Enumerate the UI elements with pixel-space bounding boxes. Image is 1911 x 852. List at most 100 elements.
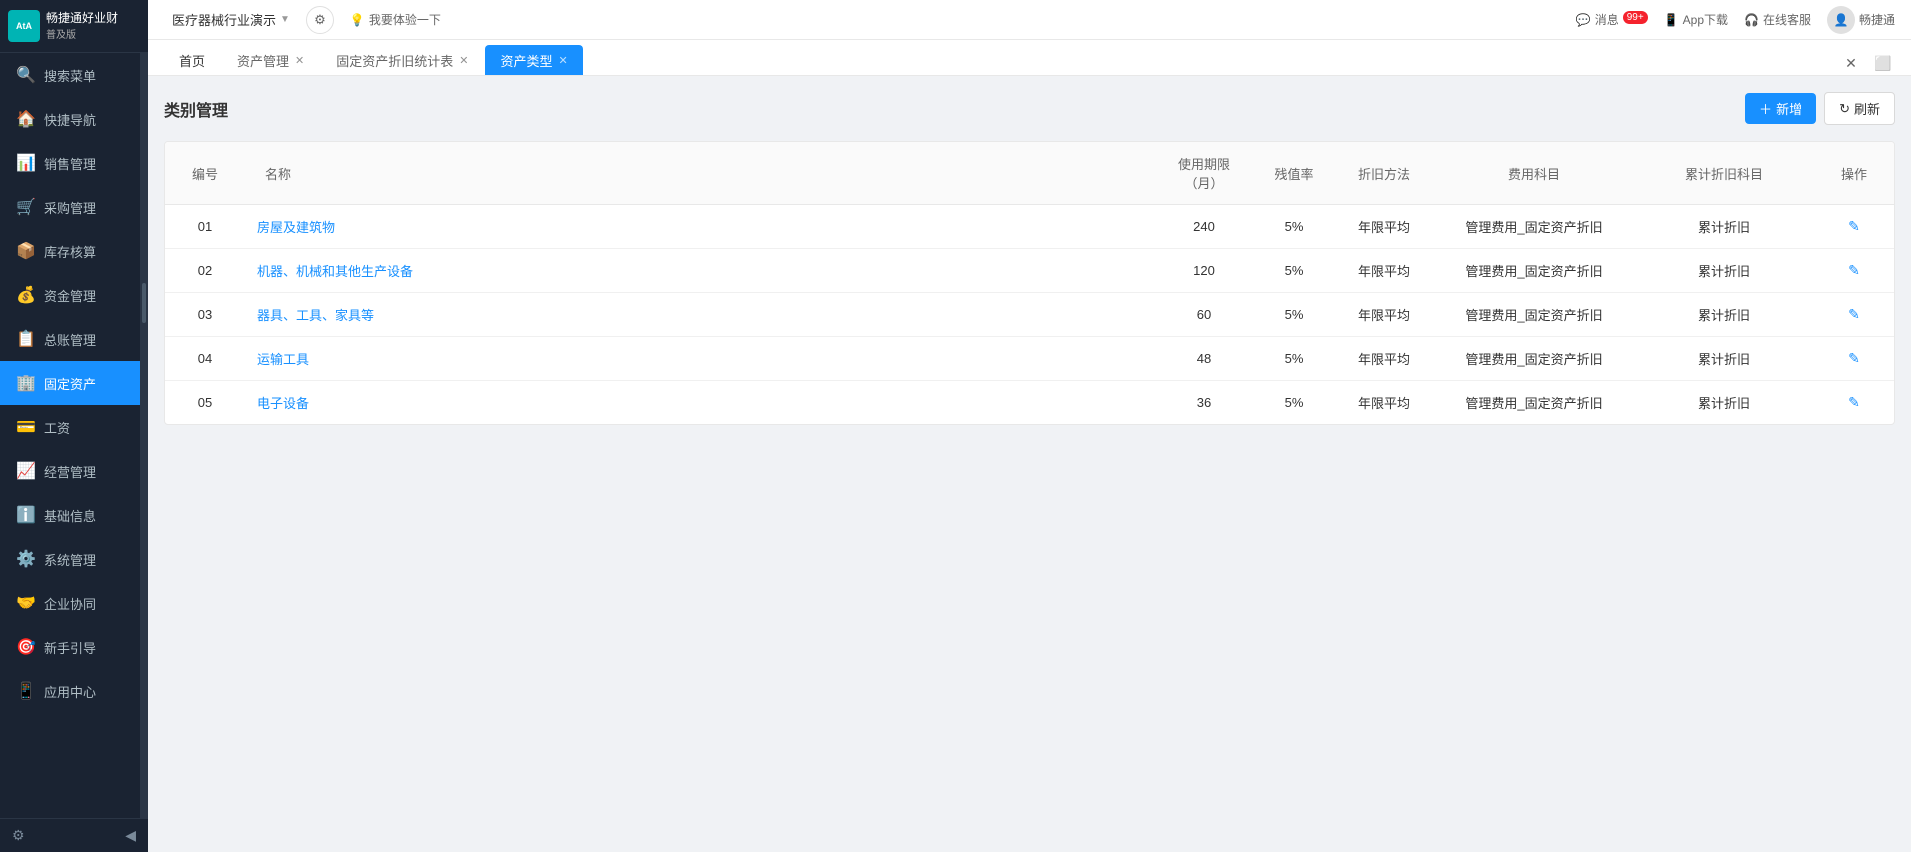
guide-icon: 🎯 [16, 637, 34, 657]
tab-close-asset-type[interactable]: ✕ [559, 54, 568, 67]
table-row: 03 器具、工具、家具等 60 5% 年限平均 管理费用_固定资产折旧 累计折旧… [165, 293, 1894, 337]
cell-code-3: 04 [165, 337, 245, 381]
sidebar-item-purchase[interactable]: 🛒 采购管理 [0, 185, 140, 229]
sidebar-item-quick-nav[interactable]: 🏠 快捷导航 [0, 97, 140, 141]
cell-period-4: 36 [1154, 381, 1254, 425]
company-selector[interactable]: 医疗器械行业演示 ▼ [164, 6, 298, 33]
sidebar-label-quick-nav: 快捷导航 [44, 110, 96, 129]
sidebar-scrollbar[interactable] [140, 53, 148, 818]
edit-icon-0[interactable]: ✎ [1848, 218, 1860, 234]
avatar-icon: 👤 [1834, 13, 1849, 27]
app-download-btn[interactable]: 📱 App下载 [1664, 11, 1728, 28]
cell-name-1[interactable]: 机器、机械和其他生产设备 [245, 249, 1154, 293]
fixed-assets-icon: 🏢 [16, 373, 34, 393]
col-accum: 累计折旧科目 [1634, 142, 1814, 205]
sidebar-label-guide: 新手引导 [44, 638, 96, 657]
cell-period-2: 60 [1154, 293, 1254, 337]
message-icon: 💬 [1576, 13, 1591, 27]
tab-close-asset-mgmt[interactable]: ✕ [295, 54, 304, 67]
sidebar-label-system: 系统管理 [44, 550, 96, 569]
sales-icon: 📊 [16, 153, 34, 173]
topbar: 医疗器械行业演示 ▼ ⚙ 💡 我要体验一下 💬 消息 99+ 📱 App下载 [148, 0, 1911, 40]
message-btn[interactable]: 💬 消息 99+ [1576, 11, 1648, 28]
cell-code-2: 03 [165, 293, 245, 337]
sidebar-item-ledger[interactable]: 📋 总账管理 [0, 317, 140, 361]
sidebar-item-capital[interactable]: 💰 资金管理 [0, 273, 140, 317]
cell-period-3: 48 [1154, 337, 1254, 381]
purchase-icon: 🛒 [16, 197, 34, 217]
cell-accum-1: 累计折旧 [1634, 249, 1814, 293]
sidebar-item-guide[interactable]: 🎯 新手引导 [0, 625, 140, 669]
page-header: 类别管理 ＋ 新增 ↻ 刷新 [164, 92, 1895, 125]
cell-action-3: ✎ [1814, 337, 1894, 381]
edit-icon-2[interactable]: ✎ [1848, 306, 1860, 322]
collapse-icon[interactable]: ◀ [125, 827, 136, 844]
cell-name-4[interactable]: 电子设备 [245, 381, 1154, 425]
tab-depreciation-table[interactable]: 固定资产折旧统计表 ✕ [321, 45, 483, 75]
basic-info-icon: ℹ️ [16, 505, 34, 525]
new-button[interactable]: ＋ 新增 [1745, 93, 1816, 124]
sidebar-item-system[interactable]: ⚙️ 系统管理 [0, 537, 140, 581]
app-download-label: App下载 [1683, 11, 1728, 28]
data-table: 编号 名称 使用期限（月） 残值率 折旧方法 费用科目 累计折旧科目 操作 01… [164, 141, 1895, 425]
try-button[interactable]: 💡 我要体验一下 [342, 7, 449, 32]
online-service-btn[interactable]: 🎧 在线客服 [1744, 11, 1811, 28]
sidebar-item-fixed-assets[interactable]: 🏢 固定资产 [0, 361, 140, 405]
edit-icon-3[interactable]: ✎ [1848, 350, 1860, 366]
settings-icon[interactable]: ⚙ [12, 827, 25, 844]
username: 畅捷通 [1859, 11, 1895, 28]
cell-expense-1: 管理费用_固定资产折旧 [1434, 249, 1634, 293]
refresh-button[interactable]: ↻ 刷新 [1824, 92, 1895, 125]
cell-action-2: ✎ [1814, 293, 1894, 337]
table-row: 04 运输工具 48 5% 年限平均 管理费用_固定资产折旧 累计折旧 ✎ [165, 337, 1894, 381]
table-body: 01 房屋及建筑物 240 5% 年限平均 管理费用_固定资产折旧 累计折旧 ✎… [165, 205, 1894, 425]
sidebar-label-capital: 资金管理 [44, 286, 96, 305]
sidebar-scrollbar-thumb[interactable] [142, 283, 146, 323]
expand-btn[interactable]: ⬜ [1871, 51, 1895, 75]
tab-close-depreciation-table[interactable]: ✕ [459, 54, 468, 67]
topbar-right: 💬 消息 99+ 📱 App下载 🎧 在线客服 👤 畅捷通 [1576, 6, 1895, 34]
sidebar-item-basic-info[interactable]: ℹ️ 基础信息 [0, 493, 140, 537]
sidebar-item-inventory[interactable]: 📦 库存核算 [0, 229, 140, 273]
capital-icon: 💰 [16, 285, 34, 305]
logo-icon: AtA [8, 10, 40, 42]
tab-home[interactable]: 首页 [164, 45, 220, 75]
sidebar-item-search[interactable]: 🔍 搜索菜单 [0, 53, 140, 97]
cell-name-2[interactable]: 器具、工具、家具等 [245, 293, 1154, 337]
sidebar-item-salary[interactable]: 💳 工资 [0, 405, 140, 449]
message-badge: 99+ [1623, 11, 1648, 24]
cell-residual-0: 5% [1254, 205, 1334, 249]
tab-asset-mgmt[interactable]: 资产管理✕ [222, 45, 319, 75]
logo-badge: 普及版 [46, 26, 118, 41]
cell-action-0: ✎ [1814, 205, 1894, 249]
edit-icon-1[interactable]: ✎ [1848, 262, 1860, 278]
edit-icon-4[interactable]: ✎ [1848, 394, 1860, 410]
user-profile[interactable]: 👤 畅捷通 [1827, 6, 1895, 34]
cell-expense-3: 管理费用_固定资产折旧 [1434, 337, 1634, 381]
new-label: 新增 [1776, 99, 1802, 118]
cell-name-0[interactable]: 房屋及建筑物 [245, 205, 1154, 249]
page-title: 类别管理 [164, 97, 228, 121]
cell-accum-4: 累计折旧 [1634, 381, 1814, 425]
sidebar-item-app-center[interactable]: 📱 应用中心 [0, 669, 140, 713]
tab-label-depreciation-table: 固定资产折旧统计表 [336, 51, 453, 70]
header-row: 编号 名称 使用期限（月） 残值率 折旧方法 费用科目 累计折旧科目 操作 [165, 142, 1894, 205]
topbar-settings-btn[interactable]: ⚙ [306, 6, 334, 34]
headset-icon: 🎧 [1744, 13, 1759, 27]
cell-name-3[interactable]: 运输工具 [245, 337, 1154, 381]
tab-asset-type[interactable]: 资产类型✕ [485, 45, 582, 75]
sidebar-footer: ⚙ ◀ [0, 818, 148, 852]
col-method: 折旧方法 [1334, 142, 1434, 205]
sidebar-item-sales[interactable]: 📊 销售管理 [0, 141, 140, 185]
col-code: 编号 [165, 142, 245, 205]
page-content: 类别管理 ＋ 新增 ↻ 刷新 编号 名称 使用期限（月） [148, 76, 1911, 852]
logo-text: 畅捷通好业财 [46, 11, 118, 27]
sidebar-label-salary: 工资 [44, 418, 70, 437]
sidebar-label-enterprise: 企业协同 [44, 594, 96, 613]
sidebar-label-purchase: 采购管理 [44, 198, 96, 217]
tabs-bar: 首页资产管理✕固定资产折旧统计表✕资产类型✕ ✕ ⬜ [148, 40, 1911, 76]
sidebar-item-management[interactable]: 📈 经营管理 [0, 449, 140, 493]
sidebar-label-management: 经营管理 [44, 462, 96, 481]
sidebar-item-enterprise[interactable]: 🤝 企业协同 [0, 581, 140, 625]
close-tab-btn[interactable]: ✕ [1839, 51, 1863, 75]
